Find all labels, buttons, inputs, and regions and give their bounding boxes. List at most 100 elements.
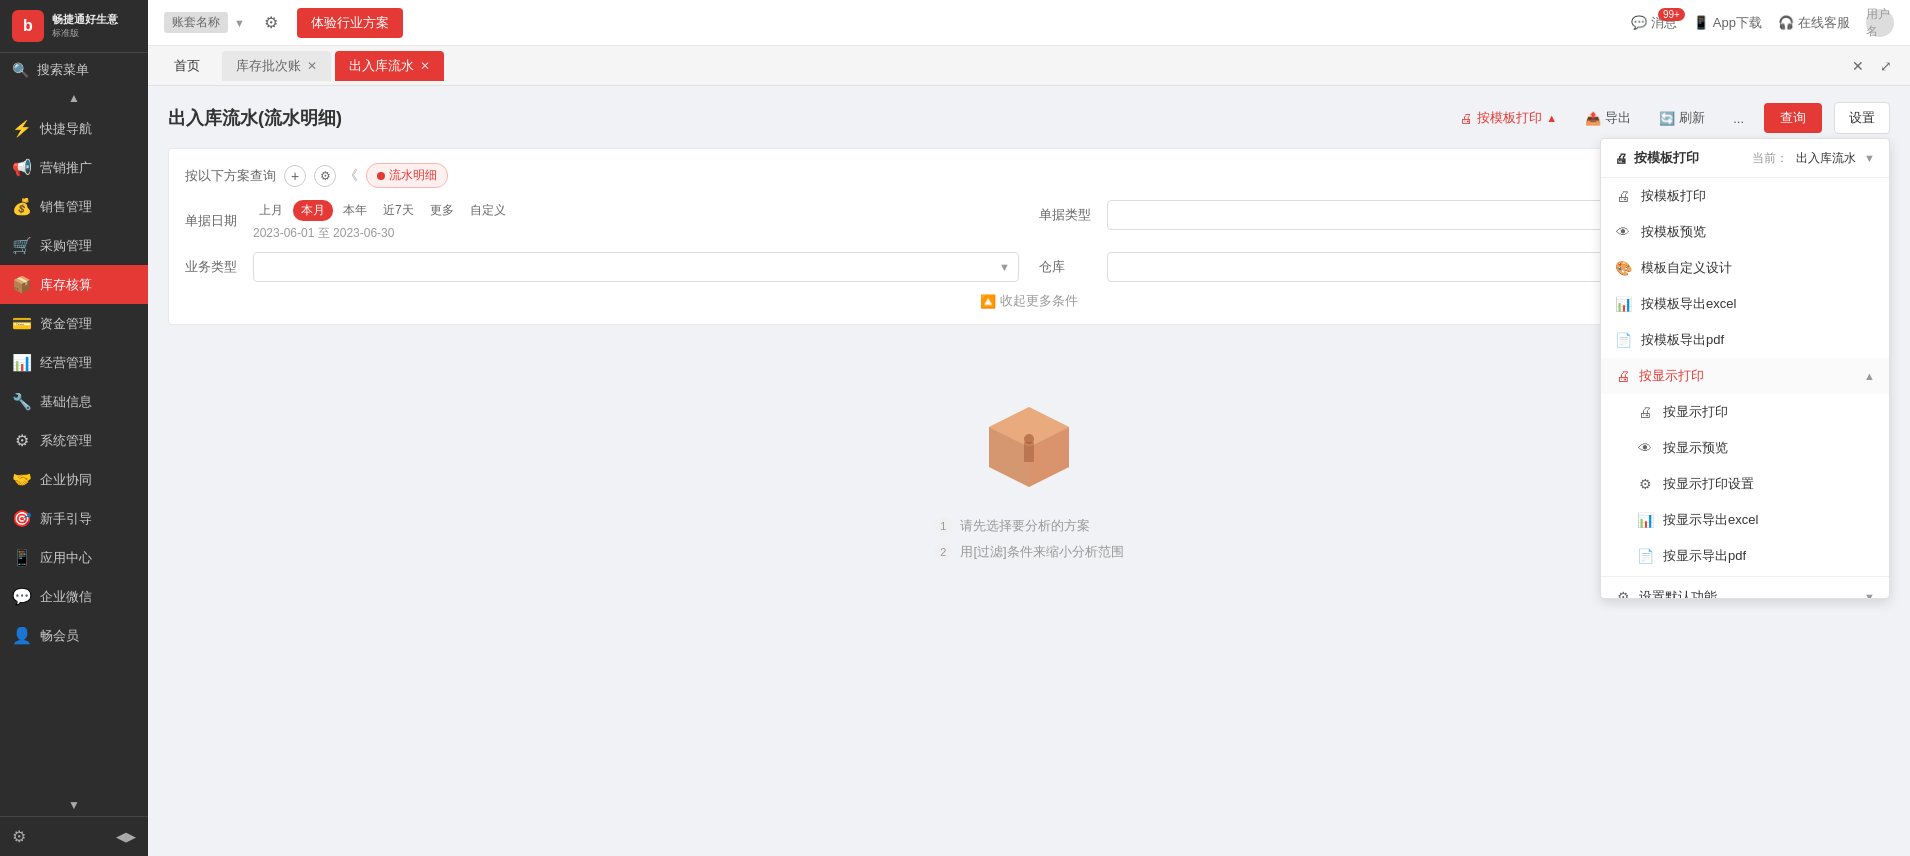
sidebar-collapse-icon[interactable]: ◀▶ [116,829,136,844]
display-excel-icon: 📊 [1637,512,1653,528]
sidebar-item-wechat[interactable]: 💬企业微信 [0,577,148,616]
sidebar-nav: ⚡快捷导航📢营销推广💰销售管理🛒采购管理📦库存核算💳资金管理📊经营管理🔧基础信息… [0,109,148,794]
window-maximize-btn[interactable]: ⤢ [1874,54,1898,78]
app-download-btn[interactable]: 📱 App下载 [1693,14,1762,32]
nav-icon-marketing: 📢 [12,158,32,177]
more-btn[interactable]: ... [1725,107,1752,130]
filter-biztype-item: 业务类型 ▼ [185,252,1019,282]
sidebar-item-sales[interactable]: 💰销售管理 [0,187,148,226]
nav-icon-apps: 📱 [12,548,32,567]
sidebar-item-inventory[interactable]: 📦库存核算 [0,265,148,304]
dropdown-title: 🖨 按模板打印 [1615,149,1699,167]
date-tab-last-month[interactable]: 上月 [253,200,289,221]
app-logo-text: 畅捷通好生意 标准版 [52,12,118,40]
nav-icon-collab: 🤝 [12,470,32,489]
display-settings-icon: ⚙ [1637,476,1653,492]
nav-label-system: 系统管理 [40,432,92,450]
tab-batch[interactable]: 库存批次账 ✕ [222,51,331,81]
filter-collapse-btn[interactable]: 《 [344,167,358,185]
sidebar-item-operations[interactable]: 📊经营管理 [0,343,148,382]
set-default-arrow: ▼ [1864,591,1875,598]
content-wrapper: 出入库流水(流水明细) 🖨 按模板打印 ▲ 📤 导出 🔄 刷新 [148,86,1910,856]
dropdown-item-template-print[interactable]: 🖨 按模板打印 [1601,178,1889,214]
svg-point-5 [1024,434,1034,444]
dropdown-item-display-pdf[interactable]: 📄 按显示导出pdf [1601,538,1889,574]
account-name: 账套名称 [164,12,228,33]
service-icon: 🎧 [1778,15,1794,30]
nav-label-apps: 应用中心 [40,549,92,567]
filter-add-btn[interactable]: + [284,165,306,187]
query-btn[interactable]: 查询 [1764,103,1822,133]
display-print-section-icon: 🖨 [1615,368,1631,384]
dropdown-item-display-print[interactable]: 🖨 按显示打印 [1601,394,1889,430]
window-close-btn[interactable]: ✕ [1846,54,1870,78]
template-design-icon: 🎨 [1615,260,1631,276]
display-print-icon: 🖨 [1637,404,1653,420]
dropdown-item-template-excel[interactable]: 📊 按模板导出excel [1601,286,1889,322]
online-service-btn[interactable]: 🎧 在线客服 [1778,14,1850,32]
print-template-btn[interactable]: 🖨 按模板打印 ▲ [1452,105,1565,131]
tab-flow-close[interactable]: ✕ [420,59,430,73]
topbar-settings-btn[interactable]: ⚙ [257,9,285,37]
filter-biztype-select[interactable]: ▼ [253,252,1019,282]
tab-flow[interactable]: 出入库流水 ✕ [335,51,444,81]
sidebar-item-system[interactable]: ⚙ 系统管理 [0,421,148,460]
dropdown-item-display-settings[interactable]: ⚙ 按显示打印设置 [1601,466,1889,502]
dropdown-item-template-design[interactable]: 🎨 模板自定义设计 [1601,250,1889,286]
display-section-arrow[interactable]: ▲ [1864,370,1875,382]
filter-date-range: 2023-06-01 至 2023-06-30 [253,225,512,242]
date-tab-custom[interactable]: 自定义 [464,200,512,221]
dropdown-item-display-excel[interactable]: 📊 按显示导出excel [1601,502,1889,538]
nav-icon-system: ⚙ [12,431,32,450]
sidebar-scroll-up[interactable]: ▲ [0,87,148,109]
filter-date-tabs: 上月 本月 本年 近7天 更多 自定义 [253,200,512,221]
message-badge: 99+ [1658,8,1685,21]
sidebar-logo: b 畅捷通好生意 标准版 [0,0,148,53]
sidebar-item-guide[interactable]: 🎯新手引导 [0,499,148,538]
sidebar-item-purchase[interactable]: 🛒采购管理 [0,226,148,265]
filter-settings-btn[interactable]: ⚙ [314,165,336,187]
account-selector[interactable]: 账套名称 ▼ [164,12,245,33]
template-print-icon: 🖨 [1615,188,1631,204]
message-btn[interactable]: 💬 消息 99+ [1631,14,1677,32]
sidebar-item-shortcut[interactable]: ⚡快捷导航 [0,109,148,148]
nav-icon-purchase: 🛒 [12,236,32,255]
filter-date-label: 单据日期 [185,212,245,230]
trial-btn[interactable]: 体验行业方案 [297,8,403,38]
collapse-more-btn[interactable]: 🔼 收起更多条件 [980,292,1078,310]
dropdown-item-display-preview[interactable]: 👁 按显示预览 [1601,430,1889,466]
tab-home[interactable]: 首页 [160,51,214,81]
export-btn[interactable]: 📤 导出 [1577,105,1639,131]
dropdown-item-template-preview[interactable]: 👁 按模板预览 [1601,214,1889,250]
search-menu-item[interactable]: 🔍 搜索菜单 [0,53,148,87]
filter-biztype-arrow: ▼ [999,261,1010,273]
dropdown-section-display-print[interactable]: 🖨 按显示打印 ▲ [1601,358,1889,394]
nav-icon-finance: 💳 [12,314,32,333]
dropdown-header-arrow[interactable]: ▼ [1864,152,1875,164]
date-tab-this-year[interactable]: 本年 [337,200,373,221]
sidebar-item-member[interactable]: 👤畅会员 [0,616,148,655]
dropdown-item-template-pdf[interactable]: 📄 按模板导出pdf [1601,322,1889,358]
dropdown-item-set-default[interactable]: ⚙ 设置默认功能 ▼ [1601,579,1889,598]
date-tab-7days[interactable]: 近7天 [377,200,420,221]
sidebar-item-marketing[interactable]: 📢营销推广 [0,148,148,187]
sidebar-item-collab[interactable]: 🤝企业协同 [0,460,148,499]
tab-batch-close[interactable]: ✕ [307,59,317,73]
print-dropdown-arrow[interactable]: ▲ [1546,112,1557,124]
filter-tag-flow[interactable]: 流水明细 [366,163,448,188]
sidebar-settings-icon[interactable]: ⚙ [12,827,26,846]
export-icon: 📤 [1585,111,1601,126]
settings-btn[interactable]: 设置 [1834,102,1890,134]
page-inner: 出入库流水(流水明细) 🖨 按模板打印 ▲ 📤 导出 🔄 刷新 [148,86,1910,637]
sidebar-scroll-down[interactable]: ▼ [0,794,148,816]
filter-title: 按以下方案查询 [185,167,276,185]
tabbar-right: ✕ ⤢ [1846,54,1898,78]
sidebar-item-basic[interactable]: 🔧基础信息 [0,382,148,421]
filter-tag-label: 流水明细 [389,167,437,184]
refresh-btn[interactable]: 🔄 刷新 [1651,105,1713,131]
date-tab-this-month[interactable]: 本月 [293,200,333,221]
user-avatar[interactable]: 用户名 [1866,9,1894,37]
date-tab-more[interactable]: 更多 [424,200,460,221]
sidebar-item-finance[interactable]: 💳资金管理 [0,304,148,343]
sidebar-item-apps[interactable]: 📱 应用中心 [0,538,148,577]
